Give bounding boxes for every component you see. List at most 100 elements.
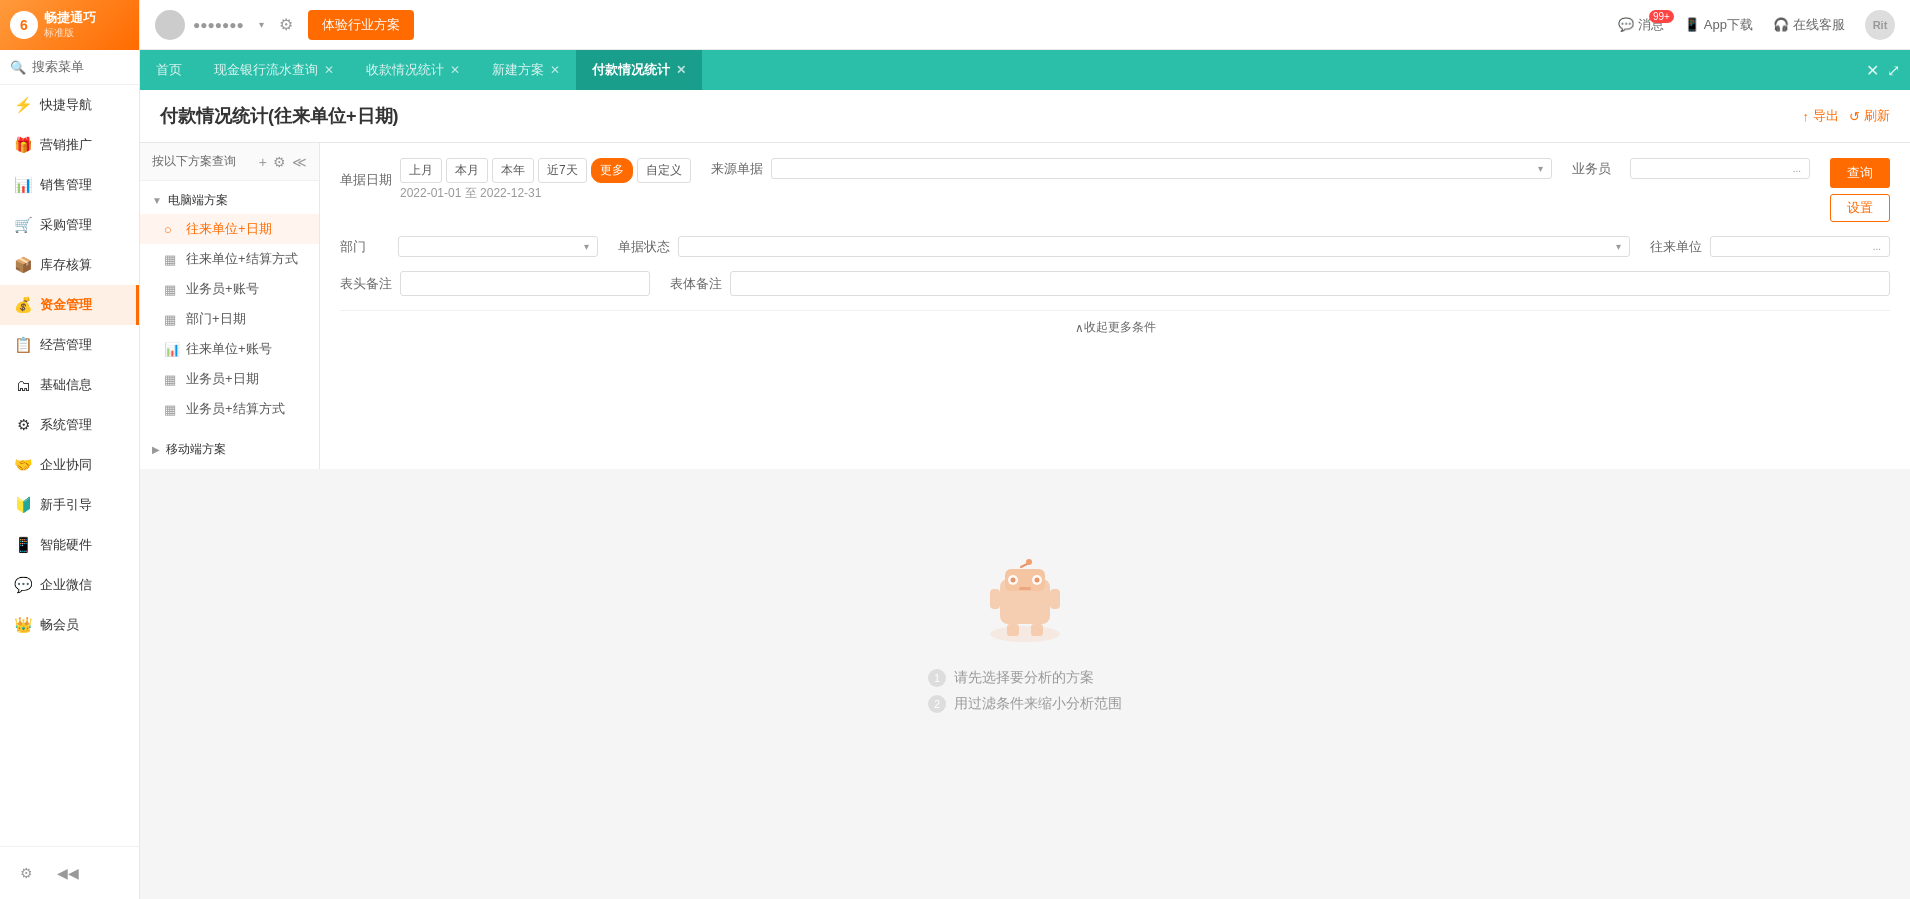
sidebar-label-funds: 资金管理 (40, 296, 92, 314)
source-label: 来源单据 (711, 160, 763, 178)
date-btn[interactable]: 近7天 (538, 158, 587, 183)
header-remark-input[interactable] (400, 271, 650, 296)
profile-dropdown-icon[interactable]: ▾ (259, 19, 264, 30)
collapse-icon: ∧ (1075, 321, 1084, 335)
scheme-section-mobile: ▶ 移动端方案 (140, 430, 319, 469)
user-avatar[interactable]: Rit (1865, 10, 1895, 40)
sidebar-item-hardware[interactable]: 📱智能硬件 (0, 525, 139, 565)
source-select[interactable]: ▾ (771, 158, 1552, 179)
export-icon: ↑ (1803, 109, 1810, 124)
sidebar-item-guide[interactable]: 🔰新手引导 (0, 485, 139, 525)
date-btn[interactable]: 更多 (591, 158, 633, 183)
date-btn[interactable]: 上月 (400, 158, 442, 183)
doc-status-arrow: ▾ (1616, 241, 1621, 252)
sidebar-label-marketing: 营销推广 (40, 136, 92, 154)
sidebar-label-hardware: 智能硬件 (40, 536, 92, 554)
sidebar-label-member: 畅会员 (40, 616, 79, 634)
scheme-panel: 按以下方案查询 + ⚙ ≪ ▼ 电脑端方案 ○往来单位+日期▦往来单位+结算方式… (140, 143, 320, 469)
sidebar-item-system[interactable]: ⚙系统管理 (0, 405, 139, 445)
settings-btn[interactable]: 设置 (1830, 194, 1890, 222)
user-profile[interactable]: ●●●●●●● (155, 10, 244, 40)
scheme-header-title: 按以下方案查询 (152, 153, 236, 170)
scheme-item[interactable]: ▦部门+日期 (140, 304, 319, 334)
scheme-item-icon: 📊 (164, 342, 180, 357)
tab-close-payment[interactable]: ✕ (676, 63, 686, 77)
scheme-item-icon: ▦ (164, 252, 180, 267)
scheme-item[interactable]: ▦业务员+日期 (140, 364, 319, 394)
scheme-item-label: 往来单位+日期 (186, 220, 272, 238)
tab-new-scheme[interactable]: 新建方案✕ (476, 50, 576, 90)
sidebar-item-basic[interactable]: 🗂基础信息 (0, 365, 139, 405)
sidebar-item-inventory[interactable]: 📦库存核算 (0, 245, 139, 285)
search-menu[interactable]: 🔍 搜索菜单 (0, 50, 139, 85)
svg-point-13 (1026, 559, 1032, 565)
scheme-collapse-icon[interactable]: ≪ (292, 154, 307, 170)
filter-right-panel: 单据日期 上月本月本年近7天更多自定义 2022-01-01 至 2022-12… (320, 143, 1910, 469)
scheme-header: 按以下方案查询 + ⚙ ≪ (140, 143, 319, 181)
sidebar-icon-sales: 📊 (14, 176, 32, 194)
tabbar-close-btn[interactable]: ✕ (1866, 61, 1879, 80)
collapse-icon[interactable]: ◀◀ (52, 857, 84, 889)
tab-income[interactable]: 收款情况统计✕ (350, 50, 476, 90)
tab-payment[interactable]: 付款情况统计✕ (576, 50, 702, 90)
sidebar-nav: ⚡快捷导航🎁营销推广📊销售管理🛒采购管理📦库存核算💰资金管理 📋 经营管理 🗂基础信息… (0, 85, 139, 846)
salesperson-label: 业务员 (1572, 160, 1622, 178)
tab-home[interactable]: 首页 (140, 50, 198, 90)
sidebar-item-marketing[interactable]: 🎁营销推广 (0, 125, 139, 165)
scheme-item[interactable]: 📊往来单位+账号 (140, 334, 319, 364)
trial-btn[interactable]: 体验行业方案 (308, 10, 414, 40)
scheme-item[interactable]: ▦往来单位+结算方式 (140, 244, 319, 274)
sidebar-item-purchase[interactable]: 🛒采购管理 (0, 205, 139, 245)
tab-close-income[interactable]: ✕ (450, 63, 460, 77)
date-btn[interactable]: 本年 (492, 158, 534, 183)
date-btn[interactable]: 自定义 (637, 158, 691, 183)
tab-close-bank[interactable]: ✕ (324, 63, 334, 77)
date-filter: 单据日期 上月本月本年近7天更多自定义 2022-01-01 至 2022-12… (340, 158, 691, 202)
export-btn[interactable]: ↑ 导出 (1803, 107, 1840, 125)
topbar-gear-icon[interactable]: ⚙ (279, 15, 293, 34)
doc-status-filter: 单据状态 ▾ (618, 236, 1630, 257)
collapse-bar[interactable]: ∧ 收起更多条件 (340, 310, 1890, 344)
scheme-section-mobile-header[interactable]: ▶ 移动端方案 (140, 436, 319, 463)
body-remark-input[interactable] (730, 271, 1890, 296)
scheme-settings-icon[interactable]: ⚙ (273, 154, 286, 170)
sidebar-item-sales[interactable]: 📊销售管理 (0, 165, 139, 205)
sidebar-item-operation[interactable]: 📋 经营管理 (0, 325, 139, 365)
section-label: 电脑端方案 (168, 192, 228, 209)
scheme-section-desktop-header[interactable]: ▼ 电脑端方案 (140, 187, 319, 214)
add-scheme-icon[interactable]: + (259, 154, 267, 170)
tab-close-new-scheme[interactable]: ✕ (550, 63, 560, 77)
body-remark-filter: 表体备注 (670, 271, 1890, 296)
settings-icon[interactable]: ⚙ (10, 857, 42, 889)
sidebar-icon-enterprise: 🤝 (14, 456, 32, 474)
service-btn[interactable]: 🎧 在线客服 (1773, 16, 1845, 34)
message-icon: 💬 (1618, 17, 1634, 32)
sidebar: 6 畅捷通巧 标准版 🔍 搜索菜单 ⚡快捷导航🎁营销推广📊销售管理🛒采购管理📦库… (0, 0, 140, 899)
sidebar-label-purchase: 采购管理 (40, 216, 92, 234)
dept-select-arrow: ▾ (584, 241, 589, 252)
query-btn[interactable]: 查询 (1830, 158, 1890, 188)
sidebar-icon-operation: 📋 (14, 336, 32, 354)
sidebar-item-funds[interactable]: 💰资金管理 (0, 285, 139, 325)
partner-select[interactable]: ... (1710, 236, 1890, 257)
message-btn[interactable]: 💬 消息 99+ (1618, 16, 1664, 34)
sidebar-item-member[interactable]: 👑畅会员 (0, 605, 139, 645)
tab-bank[interactable]: 现金银行流水查询✕ (198, 50, 350, 90)
scheme-item[interactable]: ▦业务员+结算方式 (140, 394, 319, 424)
salesperson-select[interactable]: ... (1630, 158, 1810, 179)
refresh-btn[interactable]: ↺ 刷新 (1849, 107, 1890, 125)
doc-status-select[interactable]: ▾ (678, 236, 1630, 257)
date-btn[interactable]: 本月 (446, 158, 488, 183)
scheme-item-icon: ▦ (164, 312, 180, 327)
doc-status-label: 单据状态 (618, 238, 670, 256)
app-download-btn[interactable]: 📱 App下载 (1684, 16, 1753, 34)
tabbar-expand-btn[interactable]: ⤢ (1887, 61, 1900, 80)
page-content: 付款情况统计(往来单位+日期) ↑ 导出 ↺ 刷新 按以下方案查询 + (140, 90, 1910, 899)
scheme-item[interactable]: ▦业务员+账号 (140, 274, 319, 304)
sidebar-item-wechat[interactable]: 💬企业微信 (0, 565, 139, 605)
sidebar-item-quick-nav[interactable]: ⚡快捷导航 (0, 85, 139, 125)
sidebar-label-operation: 经营管理 (40, 336, 92, 354)
dept-select[interactable]: ▾ (398, 236, 598, 257)
scheme-item[interactable]: ○往来单位+日期 (140, 214, 319, 244)
sidebar-item-enterprise[interactable]: 🤝企业协同 (0, 445, 139, 485)
